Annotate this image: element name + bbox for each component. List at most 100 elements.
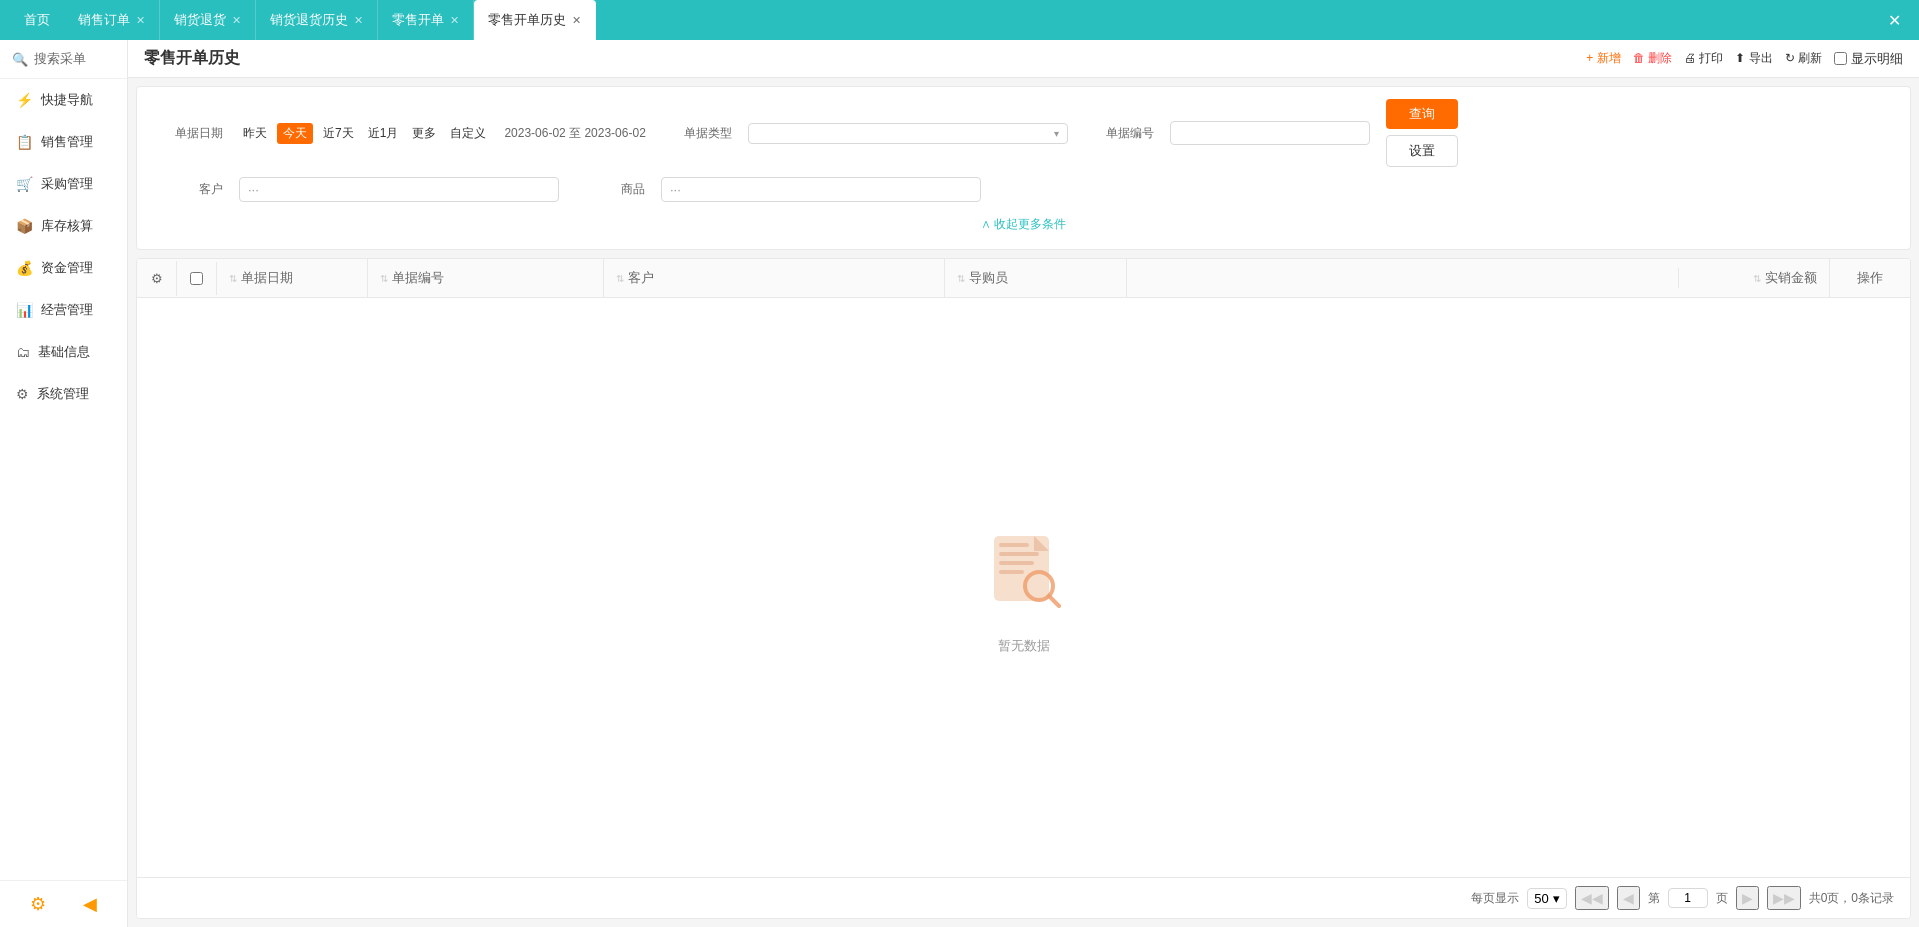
date-option-yesterday[interactable]: 昨天 [239, 123, 271, 144]
date-option-7days[interactable]: 近7天 [319, 123, 358, 144]
date-option-more[interactable]: 更多 [408, 123, 440, 144]
system-icon: ⚙ [16, 386, 29, 402]
sort-icon: ⇅ [616, 273, 624, 284]
base-info-icon: 🗂 [16, 344, 30, 360]
th-checkbox[interactable] [177, 262, 217, 295]
tab-close-icon[interactable]: ✕ [354, 14, 363, 27]
refresh-button[interactable]: ↻ 刷新 [1785, 50, 1822, 67]
tab-sales-return-history[interactable]: 销货退货历史 ✕ [256, 0, 378, 40]
table-area: ⚙ ⇅ 单据日期 ⇅ 单据编号 ⇅ 客户 ⇅ [136, 258, 1911, 919]
customer-input[interactable]: ··· [239, 177, 559, 202]
tab-retail-open[interactable]: 零售开单 ✕ [378, 0, 474, 40]
svg-rect-3 [999, 561, 1034, 565]
th-settings[interactable]: ⚙ [137, 261, 177, 296]
first-page-button[interactable]: ◀◀ [1575, 886, 1609, 910]
purchase-mgmt-icon: 🛒 [16, 176, 33, 192]
query-button[interactable]: 查询 [1386, 99, 1458, 129]
tab-sales-order[interactable]: 销售订单 ✕ [64, 0, 160, 40]
add-button[interactable]: + 新增 [1586, 50, 1620, 67]
delete-button[interactable]: 🗑 删除 [1633, 50, 1672, 67]
date-option-today[interactable]: 今天 [277, 123, 313, 144]
tab-close-icon[interactable]: ✕ [450, 14, 459, 27]
tab-close-icon[interactable]: ✕ [572, 14, 581, 27]
settings-bottom-icon[interactable]: ⚙ [30, 893, 46, 915]
goods-placeholder: ··· [670, 182, 681, 197]
tab-close-icon[interactable]: ✕ [232, 14, 241, 27]
export-button[interactable]: ⬆ 导出 [1735, 50, 1772, 67]
last-page-button[interactable]: ▶▶ [1767, 886, 1801, 910]
total-info: 共0页，0条记录 [1809, 890, 1894, 907]
tab-bar: 首页 销售订单 ✕ 销货退货 ✕ 销货退货历史 ✕ 零售开单 ✕ 零售开单历史 … [0, 0, 1919, 40]
svg-rect-4 [999, 570, 1024, 574]
bill-type-arrow-icon: ▾ [1054, 128, 1059, 139]
sidebar-search[interactable]: 🔍 搜索采单 [0, 40, 127, 79]
filter-area: 单据日期 昨天 今天 近7天 近1月 更多 自定义 2023-06-02 至 2… [136, 86, 1911, 250]
show-detail-checkbox-label[interactable]: 显示明细 [1834, 50, 1903, 68]
sort-icon: ⇅ [1753, 273, 1761, 284]
th-middle [1127, 268, 1678, 288]
sidebar-item-base-info[interactable]: 🗂 基础信息 [0, 331, 127, 373]
svg-line-7 [1049, 596, 1059, 606]
inventory-icon: 📦 [16, 218, 33, 234]
print-button[interactable]: 🖨 打印 [1684, 50, 1723, 67]
tab-sales-return[interactable]: 销货退货 ✕ [160, 0, 256, 40]
content-area: 零售开单历史 + 新增 🗑 删除 🖨 打印 ⬆ 导出 ↻ 刷新 显示明细 单据日… [128, 40, 1919, 927]
bill-type-label: 单据类型 [662, 125, 732, 142]
empty-state: 暂无数据 [137, 298, 1910, 877]
customer-filter-label: 客户 [153, 181, 223, 198]
page-number-input[interactable] [1668, 888, 1708, 908]
pagination: 每页显示 50 ▾ ◀◀ ◀ 第 页 ▶ ▶▶ 共0页，0条记录 [137, 877, 1910, 918]
page-suffix-label: 页 [1716, 890, 1728, 907]
per-page-label: 每页显示 [1471, 890, 1519, 907]
th-guide[interactable]: ⇅ 导购员 [945, 259, 1128, 297]
bill-type-select[interactable]: ▾ [748, 123, 1068, 144]
tab-home[interactable]: 首页 [10, 0, 64, 40]
show-detail-checkbox[interactable] [1834, 52, 1847, 65]
th-amount[interactable]: ⇅ 实销金额 [1679, 259, 1830, 297]
quick-nav-icon: ⚡ [16, 92, 33, 108]
th-ops: 操作 [1830, 259, 1910, 297]
th-date[interactable]: ⇅ 单据日期 [217, 259, 368, 297]
empty-text: 暂无数据 [998, 637, 1050, 655]
sort-icon: ⇅ [229, 273, 237, 284]
th-customer[interactable]: ⇅ 客户 [604, 259, 945, 297]
th-bill-num[interactable]: ⇅ 单据编号 [368, 259, 604, 297]
date-option-custom[interactable]: 自定义 [446, 123, 490, 144]
tab-close-icon[interactable]: ✕ [136, 14, 145, 27]
bill-num-input[interactable] [1170, 121, 1370, 145]
page-title: 零售开单历史 [144, 48, 240, 69]
goods-input[interactable]: ··· [661, 177, 981, 202]
finance-icon: 💰 [16, 260, 33, 276]
select-all-checkbox[interactable] [190, 272, 203, 285]
date-options: 昨天 今天 近7天 近1月 更多 自定义 2023-06-02 至 2023-0… [239, 123, 646, 144]
sidebar-item-purchase-mgmt[interactable]: 🛒 采购管理 [0, 163, 127, 205]
window-close-button[interactable]: ✕ [1880, 11, 1909, 30]
bill-num-label: 单据编号 [1084, 125, 1154, 142]
filter-settings-button[interactable]: 设置 [1386, 135, 1458, 167]
date-range-display: 2023-06-02 至 2023-06-02 [504, 125, 645, 142]
next-page-button[interactable]: ▶ [1736, 886, 1759, 910]
customer-placeholder: ··· [248, 182, 259, 197]
table-header: ⚙ ⇅ 单据日期 ⇅ 单据编号 ⇅ 客户 ⇅ [137, 259, 1910, 298]
goods-filter-label: 商品 [575, 181, 645, 198]
page-prefix-label: 第 [1648, 890, 1660, 907]
per-page-select[interactable]: 50 ▾ [1527, 888, 1566, 909]
svg-rect-1 [999, 543, 1029, 547]
query-btn-group: 查询 设置 [1386, 99, 1458, 167]
sales-mgmt-icon: 📋 [16, 134, 33, 150]
sidebar-item-quick-nav[interactable]: ⚡ 快捷导航 [0, 79, 127, 121]
tab-retail-history[interactable]: 零售开单历史 ✕ [474, 0, 596, 40]
svg-rect-2 [999, 552, 1039, 556]
filter-row-2: 客户 ··· 商品 ··· [153, 177, 1894, 202]
sidebar-item-operations[interactable]: 📊 经营管理 [0, 289, 127, 331]
sidebar-item-system[interactable]: ⚙ 系统管理 [0, 373, 127, 415]
sidebar-item-finance[interactable]: 💰 资金管理 [0, 247, 127, 289]
sidebar-item-inventory[interactable]: 📦 库存核算 [0, 205, 127, 247]
prev-page-button[interactable]: ◀ [1617, 886, 1640, 910]
filter-collapse-row: ∧ 收起更多条件 [153, 212, 1894, 237]
collapse-filter-button[interactable]: ∧ 收起更多条件 [977, 212, 1070, 237]
sidebar-item-sales-mgmt[interactable]: 📋 销售管理 [0, 121, 127, 163]
sort-icon: ⇅ [380, 273, 388, 284]
date-option-1month[interactable]: 近1月 [364, 123, 403, 144]
collapse-sidebar-icon[interactable]: ◀ [83, 893, 97, 915]
